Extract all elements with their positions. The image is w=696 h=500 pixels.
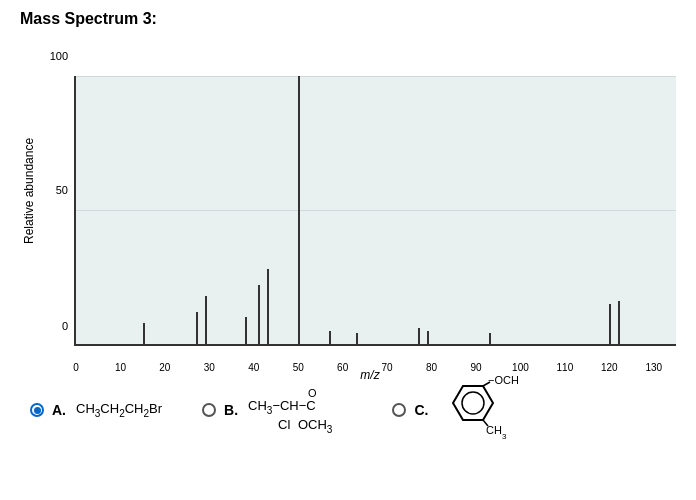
bar-mz-43	[267, 269, 269, 344]
bar-mz-27	[196, 312, 198, 344]
option-a-label: A.	[52, 402, 66, 418]
bar-mz-77	[418, 328, 420, 344]
bar-mz-57	[329, 331, 331, 344]
svg-text:CH3: CH3	[486, 424, 507, 441]
bar-mz-63	[356, 333, 358, 344]
bar-mz-93	[489, 333, 491, 344]
x-tick-130: 130	[645, 362, 662, 373]
x-tick-40: 40	[248, 362, 259, 373]
grid-line-top	[76, 76, 676, 77]
option-c-formula: −OCH3 CH3	[438, 376, 518, 444]
page-title: Mass Spectrum 3:	[20, 10, 676, 28]
x-tick-120: 120	[601, 362, 618, 373]
y-tick-0: 0	[62, 320, 68, 332]
option-b-label: B.	[224, 402, 238, 418]
y-tick-50: 50	[56, 184, 68, 196]
option-c-label: C.	[414, 402, 428, 418]
svg-point-1	[462, 392, 484, 414]
bar-mz-122	[618, 301, 620, 344]
radio-a-dot	[34, 407, 41, 414]
benzene-svg: −OCH3 CH3	[438, 376, 518, 441]
radio-c[interactable]	[392, 403, 406, 417]
bar-mz-29	[205, 296, 207, 344]
bar-mz-50	[298, 76, 300, 344]
option-b-formula: O CH3−CH−C Cl OCH3	[248, 384, 332, 437]
option-a[interactable]: A. CH3CH2CH2Br	[30, 400, 162, 421]
x-tick-10: 10	[115, 362, 126, 373]
x-tick-50: 50	[293, 362, 304, 373]
option-c[interactable]: C. −OCH3 CH3	[392, 376, 518, 444]
x-tick-30: 30	[204, 362, 215, 373]
radio-b[interactable]	[202, 403, 216, 417]
radio-a[interactable]	[30, 403, 44, 417]
svg-marker-0	[453, 386, 493, 420]
option-b[interactable]: B. O CH3−CH−C Cl OCH3	[202, 384, 332, 437]
x-tick-0: 0	[73, 362, 79, 373]
x-tick-80: 80	[426, 362, 437, 373]
option-a-formula: CH3CH2CH2Br	[76, 400, 162, 421]
grid-line-mid	[76, 210, 676, 211]
x-tick-20: 20	[159, 362, 170, 373]
chart-area: Relative abundance 100 50 0 010203040506…	[20, 36, 676, 346]
chart-plot: 0102030405060708090100110120130	[74, 76, 676, 346]
y-tick-100: 100	[50, 50, 68, 62]
x-tick-100: 100	[512, 362, 529, 373]
x-tick-70: 70	[382, 362, 393, 373]
bar-mz-120	[609, 304, 611, 344]
bar-mz-15	[143, 323, 145, 344]
answers-section: A. CH3CH2CH2Br B. O CH3−CH−C Cl OCH3 C.	[20, 376, 676, 444]
y-axis-label: Relative abundance	[20, 36, 38, 346]
x-tick-60: 60	[337, 362, 348, 373]
bar-mz-79	[427, 331, 429, 344]
x-tick-110: 110	[557, 362, 574, 373]
bar-mz-41	[258, 285, 260, 344]
bar-mz-38	[245, 317, 247, 344]
x-axis-label: m/z	[64, 368, 676, 382]
x-tick-90: 90	[470, 362, 481, 373]
